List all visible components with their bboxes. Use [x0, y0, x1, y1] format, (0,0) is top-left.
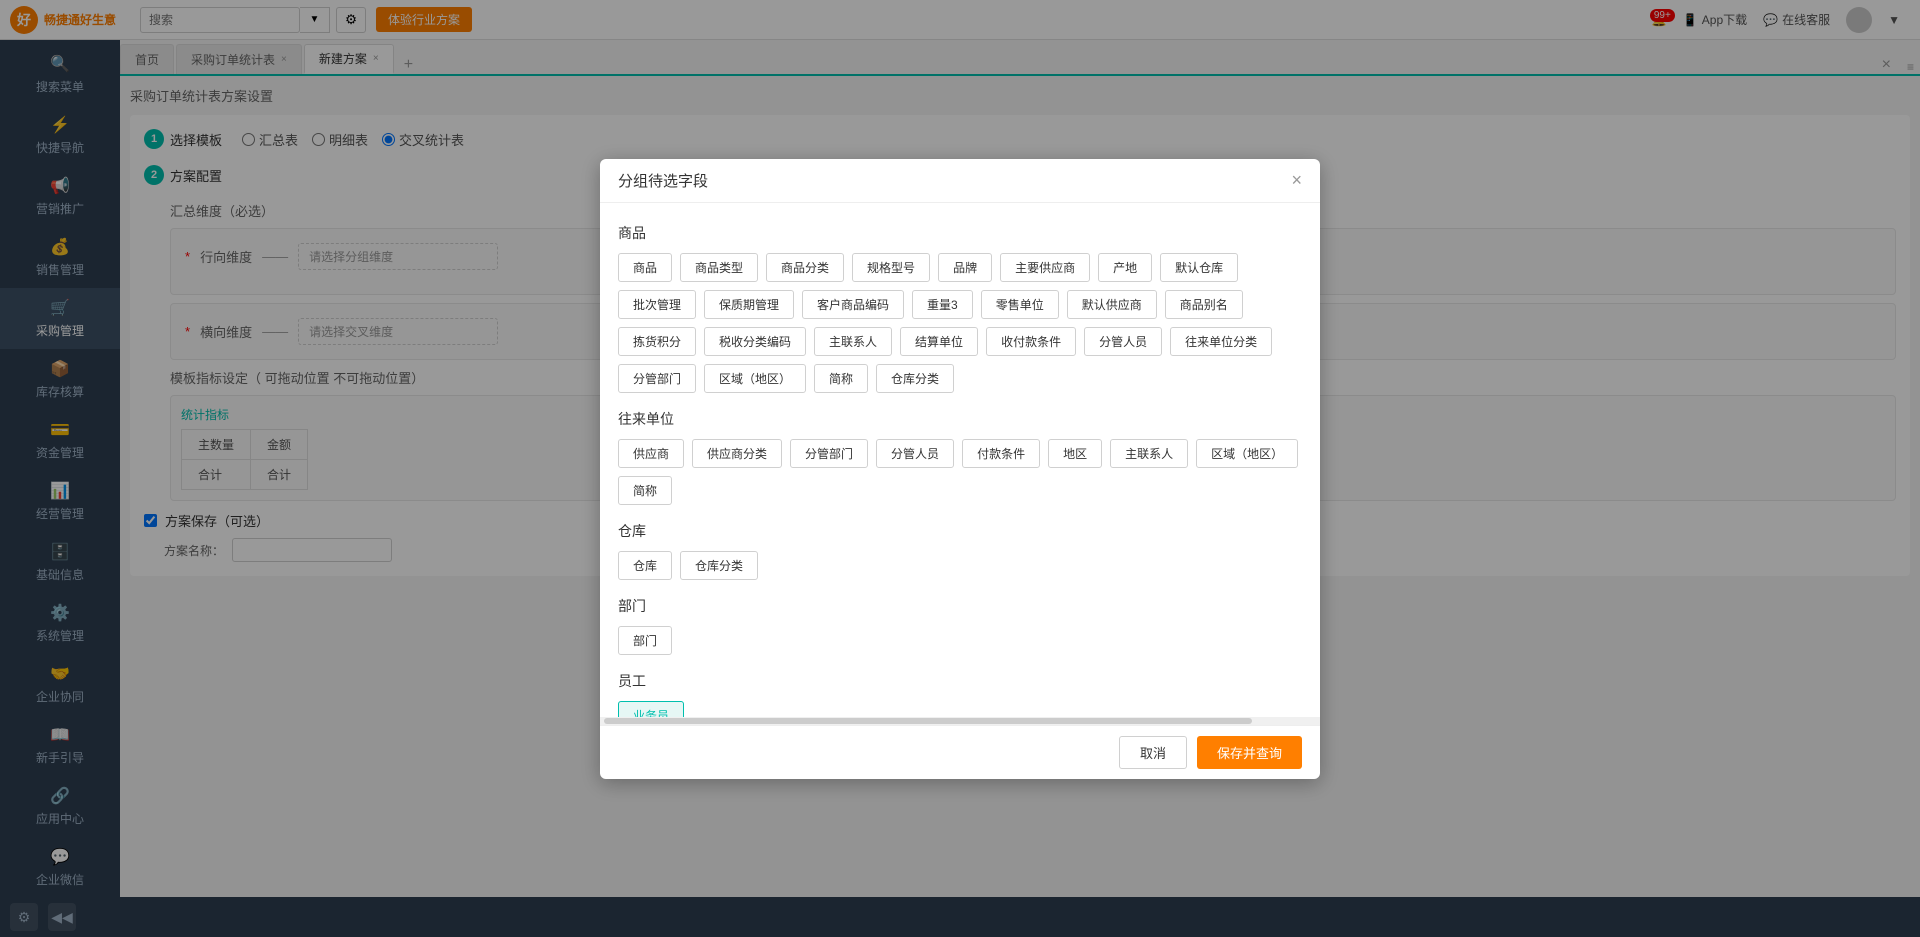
field-chip-goods-7[interactable]: 默认仓库 — [1160, 253, 1238, 282]
section-title-warehouse: 仓库 — [618, 521, 1302, 541]
field-chip-partner-6[interactable]: 主联系人 — [1110, 439, 1188, 468]
field-chip-warehouse-1[interactable]: 仓库分类 — [680, 551, 758, 580]
field-chip-goods-15[interactable]: 拣货积分 — [618, 327, 696, 356]
dialog-hscrollbar[interactable] — [600, 717, 1320, 725]
modal-overlay: 分组待选字段 × 商品 商品 商品类型 商品分类 规格型号 品牌 主要供应商 产… — [0, 0, 1920, 937]
dialog-cancel-btn[interactable]: 取消 — [1119, 736, 1187, 769]
field-chip-staff-0[interactable]: 业务员 — [618, 701, 684, 717]
field-chip-goods-14[interactable]: 商品别名 — [1165, 290, 1243, 319]
field-chip-dept-0[interactable]: 部门 — [618, 626, 672, 655]
field-group-partner: 供应商 供应商分类 分管部门 分管人员 付款条件 地区 主联系人 区域（地区） … — [618, 439, 1302, 505]
dialog-header: 分组待选字段 × — [600, 159, 1320, 203]
field-chip-goods-1[interactable]: 商品类型 — [680, 253, 758, 282]
field-chip-goods-2[interactable]: 商品分类 — [766, 253, 844, 282]
section-title-dept: 部门 — [618, 596, 1302, 616]
field-group-goods: 商品 商品类型 商品分类 规格型号 品牌 主要供应商 产地 默认仓库 批次管理 … — [618, 253, 1302, 393]
field-chip-partner-0[interactable]: 供应商 — [618, 439, 684, 468]
dialog-close-btn[interactable]: × — [1291, 171, 1302, 189]
field-chip-goods-24[interactable]: 简称 — [814, 364, 868, 393]
field-chip-goods-18[interactable]: 结算单位 — [900, 327, 978, 356]
field-chip-goods-5[interactable]: 主要供应商 — [1000, 253, 1090, 282]
field-chip-goods-0[interactable]: 商品 — [618, 253, 672, 282]
field-chip-goods-21[interactable]: 往来单位分类 — [1170, 327, 1272, 356]
field-chip-goods-3[interactable]: 规格型号 — [852, 253, 930, 282]
field-chip-goods-11[interactable]: 重量3 — [912, 290, 973, 319]
dialog: 分组待选字段 × 商品 商品 商品类型 商品分类 规格型号 品牌 主要供应商 产… — [600, 159, 1320, 779]
section-title-goods: 商品 — [618, 223, 1302, 243]
field-chip-goods-12[interactable]: 零售单位 — [981, 290, 1059, 319]
field-chip-partner-4[interactable]: 付款条件 — [962, 439, 1040, 468]
section-title-staff: 员工 — [618, 671, 1302, 691]
field-group-dept: 部门 — [618, 626, 1302, 655]
field-chip-goods-4[interactable]: 品牌 — [938, 253, 992, 282]
field-chip-goods-25[interactable]: 仓库分类 — [876, 364, 954, 393]
field-chip-goods-19[interactable]: 收付款条件 — [986, 327, 1076, 356]
field-group-warehouse: 仓库 仓库分类 — [618, 551, 1302, 580]
dialog-body: 商品 商品 商品类型 商品分类 规格型号 品牌 主要供应商 产地 默认仓库 批次… — [600, 203, 1320, 717]
field-chip-goods-23[interactable]: 区域（地区） — [704, 364, 806, 393]
section-title-partner: 往来单位 — [618, 409, 1302, 429]
field-chip-partner-1[interactable]: 供应商分类 — [692, 439, 782, 468]
dialog-hscroll-thumb — [604, 718, 1252, 724]
dialog-confirm-btn[interactable]: 保存并查询 — [1197, 736, 1302, 769]
field-chip-partner-7[interactable]: 区域（地区） — [1196, 439, 1298, 468]
field-chip-goods-13[interactable]: 默认供应商 — [1067, 290, 1157, 319]
field-chip-goods-10[interactable]: 客户商品编码 — [802, 290, 904, 319]
field-chip-warehouse-0[interactable]: 仓库 — [618, 551, 672, 580]
field-chip-partner-8[interactable]: 简称 — [618, 476, 672, 505]
field-chip-goods-20[interactable]: 分管人员 — [1084, 327, 1162, 356]
field-chip-goods-22[interactable]: 分管部门 — [618, 364, 696, 393]
field-chip-goods-16[interactable]: 税收分类编码 — [704, 327, 806, 356]
field-group-staff: 业务员 — [618, 701, 1302, 717]
field-chip-partner-5[interactable]: 地区 — [1048, 439, 1102, 468]
dialog-footer: 取消 保存并查询 — [600, 725, 1320, 779]
field-chip-goods-9[interactable]: 保质期管理 — [704, 290, 794, 319]
field-chip-goods-17[interactable]: 主联系人 — [814, 327, 892, 356]
field-chip-goods-8[interactable]: 批次管理 — [618, 290, 696, 319]
field-chip-partner-3[interactable]: 分管人员 — [876, 439, 954, 468]
field-chip-goods-6[interactable]: 产地 — [1098, 253, 1152, 282]
dialog-title: 分组待选字段 — [618, 170, 708, 191]
field-chip-partner-2[interactable]: 分管部门 — [790, 439, 868, 468]
